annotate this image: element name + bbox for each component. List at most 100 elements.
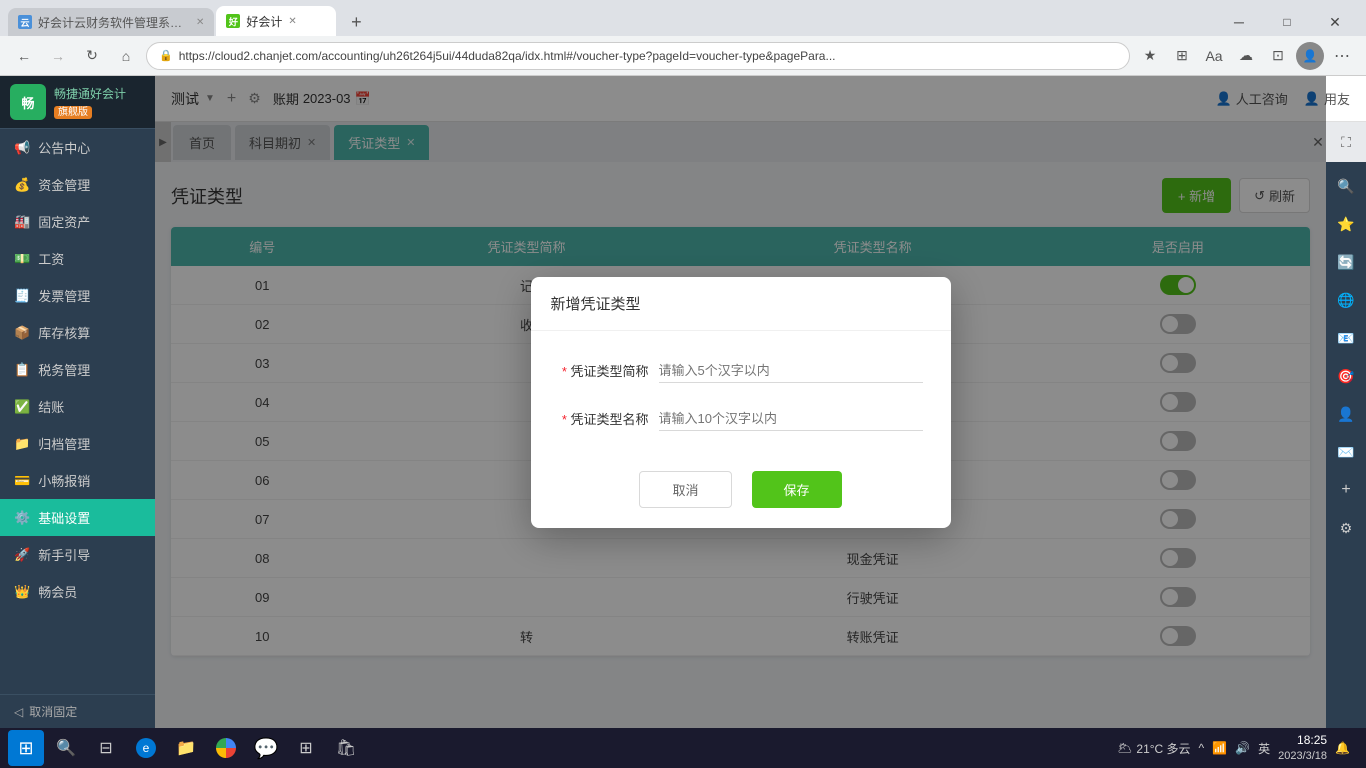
profile-btn[interactable]: 👤 — [1296, 42, 1324, 70]
sidebar-item-settings[interactable]: ⚙️ 基础设置 — [0, 499, 155, 536]
logo-info: 畅捷通好会计 旗舰版 — [54, 86, 126, 118]
panel-target-btn[interactable]: 🎯 — [1330, 360, 1362, 392]
sidebar-item-funds[interactable]: 💰 资金管理 — [0, 166, 155, 203]
tab1-close[interactable]: ✕ — [196, 17, 204, 28]
name-input[interactable] — [659, 407, 923, 431]
ext-btn-4[interactable]: ☁ — [1232, 42, 1260, 70]
panel-search-btn[interactable]: 🔍 — [1330, 170, 1362, 202]
archive-icon: 📁 — [14, 436, 30, 452]
pin-icon: ◁ — [14, 705, 23, 719]
browser-tab-inactive[interactable]: 云 好会计云财务软件管理系统_会计 ✕ — [8, 8, 214, 36]
ext-btn-2[interactable]: ⊞ — [1168, 42, 1196, 70]
sidebar-item-guide[interactable]: 🚀 新手引导 — [0, 536, 155, 573]
sidebar: 畅 畅捷通好会计 旗舰版 📢 公告中心 💰 资金管理 🏭 固定资产 💵 工资 — [0, 76, 155, 728]
minimize-button[interactable]: ─ — [1216, 8, 1262, 36]
taskbar-files[interactable]: 📁 — [168, 730, 204, 766]
address-bar: ← → ↻ ⌂ 🔒 https://cloud2.chanjet.com/acc… — [0, 36, 1366, 76]
panel-star-btn[interactable]: ⭐ — [1330, 208, 1362, 240]
close-button[interactable]: ✕ — [1312, 8, 1358, 36]
taskbar-arrow[interactable]: ^ — [1199, 741, 1205, 755]
weather-icon: 🌥 — [1117, 741, 1132, 755]
ext-btn-3[interactable]: Aa — [1200, 42, 1228, 70]
panel-outlook-btn[interactable]: 📧 — [1330, 322, 1362, 354]
sidebar-item-inventory[interactable]: 📦 库存核算 — [0, 314, 155, 351]
guide-icon: 🚀 — [14, 547, 30, 563]
sidebar-bottom[interactable]: ◁ 取消固定 — [0, 694, 155, 728]
ext-btn-1[interactable]: ★ — [1136, 42, 1164, 70]
tab1-favicon: 云 — [18, 15, 32, 29]
browser-tab-active[interactable]: 好 好会计 ✕ — [216, 6, 336, 36]
modal-header: 新增凭证类型 — [531, 277, 951, 331]
panel-user-btn[interactable]: 👤 — [1330, 398, 1362, 430]
expense-label: 小畅报销 — [38, 471, 90, 490]
taskbar-view[interactable]: ⊟ — [88, 730, 124, 766]
address-lock-icon: 🔒 — [159, 49, 173, 62]
settings-label: 基础设置 — [38, 508, 90, 527]
panel-msg-btn[interactable]: ✉️ — [1330, 436, 1362, 468]
settlement-icon: ✅ — [14, 399, 30, 415]
browser-chrome: 云 好会计云财务软件管理系统_会计 ✕ 好 好会计 ✕ + ─ □ ✕ — [0, 0, 1366, 36]
home-button[interactable]: ⌂ — [112, 42, 140, 70]
taskbar-time-block: 18:25 2023/3/18 — [1278, 732, 1327, 764]
more-btn[interactable]: ⋯ — [1328, 42, 1356, 70]
modal-footer: 取消 保存 — [531, 459, 951, 528]
invoices-icon: 🧾 — [14, 288, 30, 304]
panel-add-btn[interactable]: + — [1330, 474, 1362, 506]
tab2-close[interactable]: ✕ — [288, 16, 296, 27]
modal-body: * 凭证类型简称 * 凭证类型名称 — [531, 331, 951, 459]
sidebar-item-invoices[interactable]: 🧾 发票管理 — [0, 277, 155, 314]
save-button[interactable]: 保存 — [752, 471, 842, 508]
guide-label: 新手引导 — [38, 545, 90, 564]
taskbar-right: 🌥 21°C 多云 ^ 📶 🔊 英 18:25 2023/3/18 🔔 — [1117, 732, 1358, 764]
taskbar-search[interactable]: 🔍 — [48, 730, 84, 766]
sidebar-item-expense[interactable]: 💳 小畅报销 — [0, 462, 155, 499]
taskbar-store[interactable]: 🛍 — [328, 730, 364, 766]
taskbar-time: 18:25 — [1278, 732, 1327, 749]
fixed-assets-label: 固定资产 — [38, 212, 90, 231]
form-short-label: * 凭证类型简称 — [559, 361, 649, 380]
address-input[interactable]: 🔒 https://cloud2.chanjet.com/accounting/… — [146, 42, 1130, 70]
new-tab-button[interactable]: + — [342, 8, 370, 36]
taskbar-edge[interactable]: e — [128, 730, 164, 766]
sidebar-item-member[interactable]: 👑 畅会员 — [0, 573, 155, 610]
short-input[interactable] — [659, 359, 923, 383]
tab2-title: 好会计 — [246, 13, 282, 30]
panel-sync-btn[interactable]: 🔄 — [1330, 246, 1362, 278]
sidebar-item-settlement[interactable]: ✅ 结账 — [0, 388, 155, 425]
member-label: 畅会员 — [38, 582, 77, 601]
inventory-label: 库存核算 — [38, 323, 90, 342]
form-row-short: * 凭证类型简称 — [559, 359, 923, 383]
panel-expand-btn[interactable]: ⛶ — [1334, 130, 1358, 154]
taskbar-apps[interactable]: ⊞ — [288, 730, 324, 766]
forward-button[interactable]: → — [44, 42, 72, 70]
tab2-favicon: 好 — [226, 14, 240, 28]
ext-btn-5[interactable]: ⊡ — [1264, 42, 1292, 70]
sidebar-item-archive[interactable]: 📁 归档管理 — [0, 425, 155, 462]
taskbar: ⊞ 🔍 ⊟ e 📁 💬 ⊞ 🛍 🌥 21°C 多云 ^ 📶 🔊 英 18:25 … — [0, 728, 1366, 768]
start-button[interactable]: ⊞ — [8, 730, 44, 766]
taskbar-notification[interactable]: 🔔 — [1335, 741, 1350, 755]
sidebar-item-fixed-assets[interactable]: 🏭 固定资产 — [0, 203, 155, 240]
settlement-label: 结账 — [38, 397, 64, 416]
weather-text: 21°C 多云 — [1136, 740, 1190, 757]
funds-icon: 💰 — [14, 177, 30, 193]
maximize-button[interactable]: □ — [1264, 8, 1310, 36]
sidebar-logo: 畅 畅捷通好会计 旗舰版 — [0, 76, 155, 129]
panel-settings-btn[interactable]: ⚙ — [1330, 512, 1362, 544]
sidebar-item-tax[interactable]: 📋 税务管理 — [0, 351, 155, 388]
cancel-button[interactable]: 取消 — [639, 471, 731, 508]
member-icon: 👑 — [14, 584, 30, 600]
taskbar-date: 2023/3/18 — [1278, 749, 1327, 764]
tax-label: 税务管理 — [38, 360, 90, 379]
sidebar-item-announcements[interactable]: 📢 公告中心 — [0, 129, 155, 166]
browser-extensions: ★ ⊞ Aa ☁ ⊡ 👤 ⋯ — [1136, 42, 1356, 70]
sidebar-item-payroll[interactable]: 💵 工资 — [0, 240, 155, 277]
back-button[interactable]: ← — [10, 42, 38, 70]
expense-icon: 💳 — [14, 473, 30, 489]
taskbar-lang[interactable]: 英 — [1258, 740, 1270, 757]
settings-icon: ⚙️ — [14, 510, 30, 526]
taskbar-wechat[interactable]: 💬 — [248, 730, 284, 766]
taskbar-chrome[interactable] — [208, 730, 244, 766]
panel-globe-btn[interactable]: 🌐 — [1330, 284, 1362, 316]
refresh-button[interactable]: ↻ — [78, 42, 106, 70]
